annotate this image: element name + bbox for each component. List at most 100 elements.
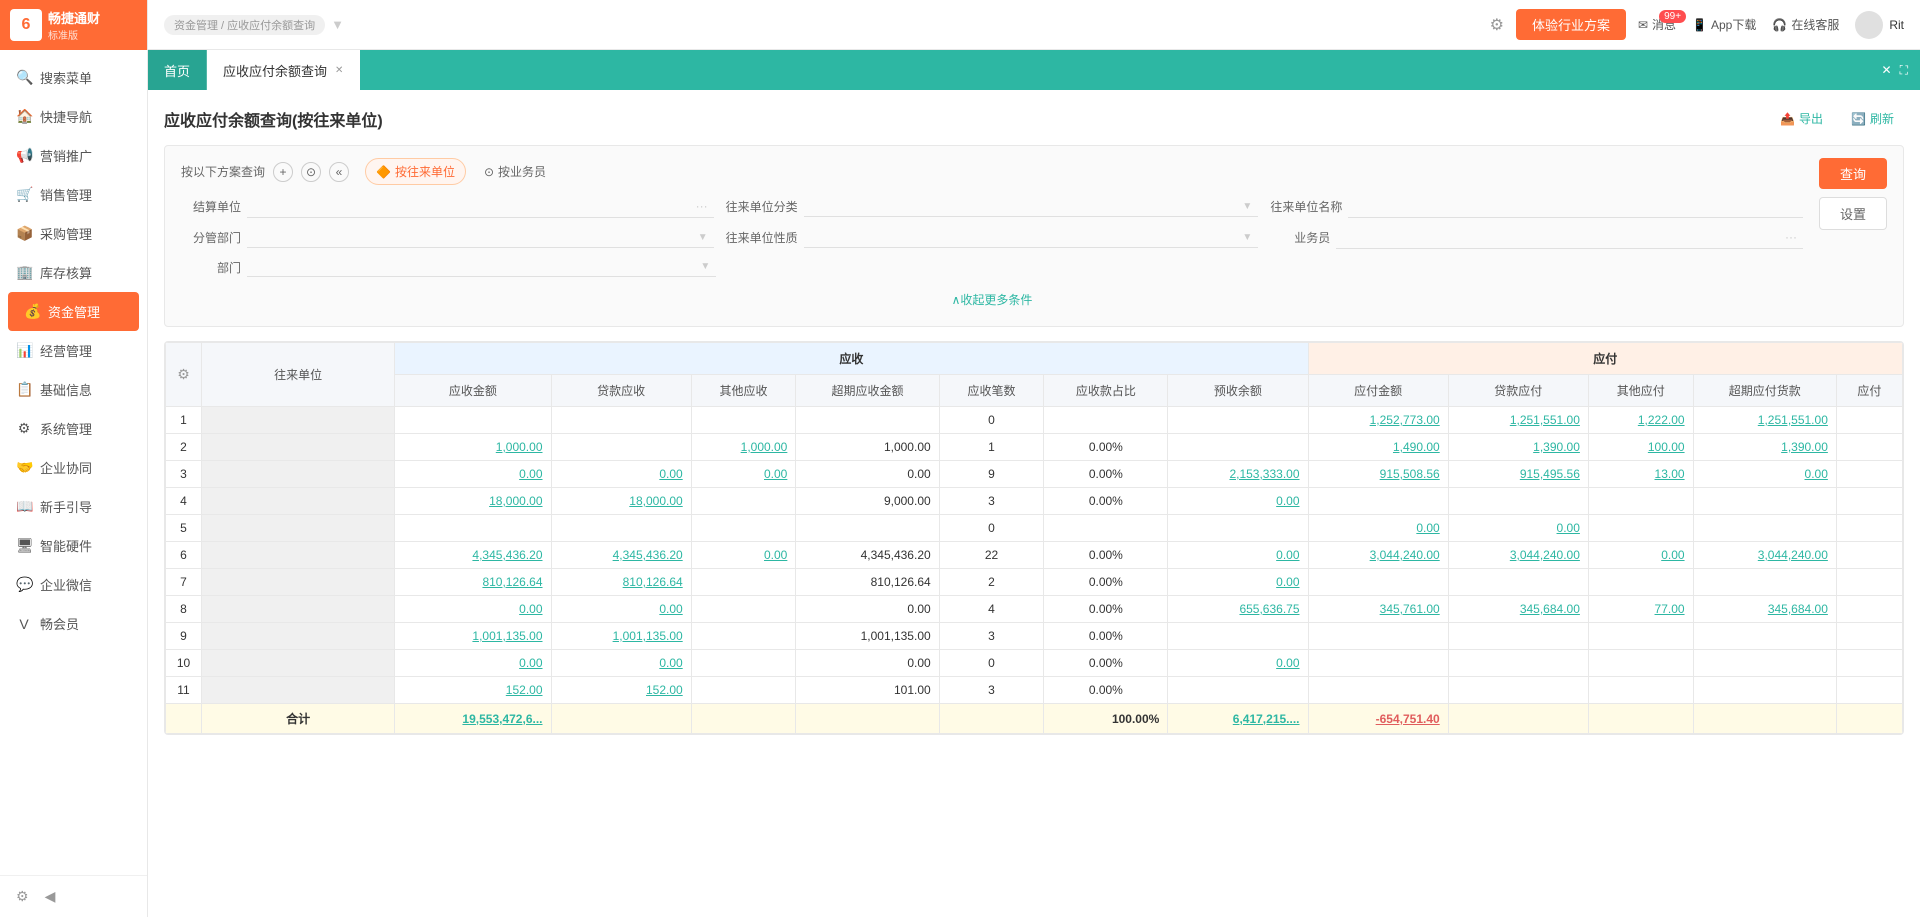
settings-icon[interactable]: ⚙ [16, 888, 29, 905]
table-cell[interactable]: 18,000.00 [395, 488, 551, 515]
table-cell[interactable]: 0.00 [1588, 542, 1693, 569]
table-cell[interactable]: 0.00 [551, 650, 691, 677]
sidebar-item-search-menu[interactable]: 🔍 搜索菜单 [0, 58, 147, 97]
gear-icon[interactable]: ⚙ [1490, 15, 1504, 35]
table-cell[interactable]: 345,684.00 [1693, 596, 1836, 623]
unit-nature-select[interactable]: ▼ [804, 228, 1259, 248]
sidebar-item-quick-nav[interactable]: 🏠 快捷导航 [0, 97, 147, 136]
refresh-button[interactable]: 🔄 刷新 [1841, 106, 1904, 131]
subdept-select[interactable]: ▼ [247, 257, 716, 277]
app-download-button[interactable]: 📱 App下载 [1692, 16, 1756, 33]
sidebar-item-sales[interactable]: 🛒 销售管理 [0, 175, 147, 214]
sidebar-item-hardware[interactable]: 🖥 智能硬件 [0, 526, 147, 565]
table-cell[interactable]: 915,495.56 [1448, 461, 1588, 488]
sidebar-item-system[interactable]: ⚙ 系统管理 [0, 409, 147, 448]
expand-icon[interactable]: ⛶ [1900, 63, 1908, 78]
table-cell[interactable]: 18,000.00 [551, 488, 691, 515]
table-cell[interactable]: 345,761.00 [1308, 596, 1448, 623]
scheme-by-staff[interactable]: ⊙ 按业务员 [474, 159, 556, 184]
table-cell[interactable]: 13.00 [1588, 461, 1693, 488]
table-cell[interactable]: 3,044,240.00 [1308, 542, 1448, 569]
settlement-input[interactable]: ··· [247, 195, 714, 218]
export-button[interactable]: 📤 导出 [1770, 106, 1833, 131]
table-cell[interactable]: 810,126.64 [551, 569, 691, 596]
messages-button[interactable]: ✉ 消息 99+ [1638, 16, 1676, 33]
sidebar-item-member[interactable]: V 畅会员 [0, 604, 147, 643]
table-cell[interactable]: 0.00 [1168, 488, 1308, 515]
online-service-button[interactable]: 🎧 在线客服 [1772, 16, 1839, 33]
close-window-icon[interactable]: ✕ [1882, 63, 1892, 77]
table-cell[interactable]: 1,000.00 [395, 434, 551, 461]
tab-close-icon[interactable]: ✕ [335, 65, 343, 76]
sidebar-item-marketing[interactable]: 📢 营销推广 [0, 136, 147, 175]
table-cell[interactable]: 152.00 [551, 677, 691, 704]
table-cell[interactable]: 0.00 [691, 461, 796, 488]
sidebar-item-wechat[interactable]: 💬 企业微信 [0, 565, 147, 604]
table-cell[interactable]: 0.00 [551, 461, 691, 488]
sidebar-item-operations[interactable]: 📊 经营管理 [0, 331, 147, 370]
table-cell[interactable]: 915,508.56 [1308, 461, 1448, 488]
collapse-conditions-button[interactable]: ∧ 收起更多条件 [181, 285, 1803, 314]
table-cell[interactable]: 1,000.00 [691, 434, 796, 461]
table-cell[interactable]: 345,684.00 [1448, 596, 1588, 623]
table-cell[interactable]: 3,044,240.00 [1693, 542, 1836, 569]
table-cell[interactable]: 0.00 [1168, 569, 1308, 596]
table-cell[interactable]: 0.00 [551, 596, 691, 623]
table-cell[interactable]: 77.00 [1588, 596, 1693, 623]
settings-button[interactable]: 设置 [1819, 197, 1887, 230]
total-ap-amount[interactable]: -654,751.40 [1308, 704, 1448, 734]
filter-add-button[interactable]: + [273, 162, 293, 182]
table-cell[interactable]: 655,636.75 [1168, 596, 1308, 623]
filter-collapse-button[interactable]: « [329, 162, 349, 182]
table-cell[interactable]: 1,252,773.00 [1308, 407, 1448, 434]
table-cell[interactable]: 0.00 [395, 461, 551, 488]
sidebar-item-basic[interactable]: 📋 基础信息 [0, 370, 147, 409]
scheme-by-unit[interactable]: 🔶 按往来单位 [365, 158, 466, 185]
tab-home[interactable]: 首页 [148, 50, 207, 90]
table-cell[interactable]: 0.00 [1448, 515, 1588, 542]
table-cell[interactable]: 1,390.00 [1693, 434, 1836, 461]
table-cell[interactable]: 0.00 [691, 542, 796, 569]
table-cell[interactable]: 0.00 [395, 596, 551, 623]
solution-button[interactable]: 体验行业方案 [1516, 9, 1626, 40]
sidebar-item-guide[interactable]: 📖 新手引导 [0, 487, 147, 526]
table-cell[interactable]: 3,044,240.00 [1448, 542, 1588, 569]
scheme-unit-icon: 🔶 [376, 165, 391, 179]
query-button[interactable]: 查询 [1819, 158, 1887, 189]
salesperson-input[interactable]: ··· [1336, 226, 1803, 249]
table-cell[interactable]: 4,345,436.20 [395, 542, 551, 569]
collapse-icon[interactable]: ◀ [45, 888, 56, 905]
table-cell[interactable]: 2,153,333.00 [1168, 461, 1308, 488]
table-cell[interactable]: 1,251,551.00 [1693, 407, 1836, 434]
table-cell[interactable]: 1,001,135.00 [551, 623, 691, 650]
table-cell[interactable]: 4,345,436.20 [551, 542, 691, 569]
table-cell[interactable]: 1,490.00 [1308, 434, 1448, 461]
table-cell[interactable]: 152.00 [395, 677, 551, 704]
sidebar-item-funds[interactable]: 💰 资金管理 [8, 292, 139, 331]
unit-name-input[interactable] [1348, 195, 1803, 218]
funds-icon: 💰 [24, 303, 40, 320]
table-cell[interactable]: 100.00 [1588, 434, 1693, 461]
total-ar-prepay[interactable]: 6,417,215.... [1168, 704, 1308, 734]
total-ar-amount[interactable]: 19,553,472,6... [395, 704, 551, 734]
table-cell[interactable]: 0.00 [1168, 650, 1308, 677]
table-cell [1168, 623, 1308, 650]
table-cell[interactable]: 1,390.00 [1448, 434, 1588, 461]
table-cell[interactable]: 1,001,135.00 [395, 623, 551, 650]
sidebar-item-inventory[interactable]: 🏢 库存核算 [0, 253, 147, 292]
dept-select[interactable]: ▼ [247, 228, 714, 248]
sidebar-item-corp[interactable]: 🤝 企业协同 [0, 448, 147, 487]
table-cell[interactable]: 1,251,551.00 [1448, 407, 1588, 434]
tab-ar-ap[interactable]: 应收应付余额查询 ✕ [207, 50, 360, 90]
user-menu[interactable]: Rit [1855, 11, 1904, 39]
table-setting-icon[interactable]: ⚙ [177, 366, 190, 382]
unit-type-select[interactable]: ▼ [804, 197, 1259, 217]
table-cell[interactable]: 810,126.64 [395, 569, 551, 596]
table-cell[interactable]: 0.00 [395, 650, 551, 677]
sidebar-item-purchase[interactable]: 📦 采购管理 [0, 214, 147, 253]
table-cell[interactable]: 0.00 [1308, 515, 1448, 542]
filter-settings-button[interactable]: ⊙ [301, 162, 321, 182]
table-cell[interactable]: 1,222.00 [1588, 407, 1693, 434]
table-cell[interactable]: 0.00 [1168, 542, 1308, 569]
table-cell[interactable]: 0.00 [1693, 461, 1836, 488]
